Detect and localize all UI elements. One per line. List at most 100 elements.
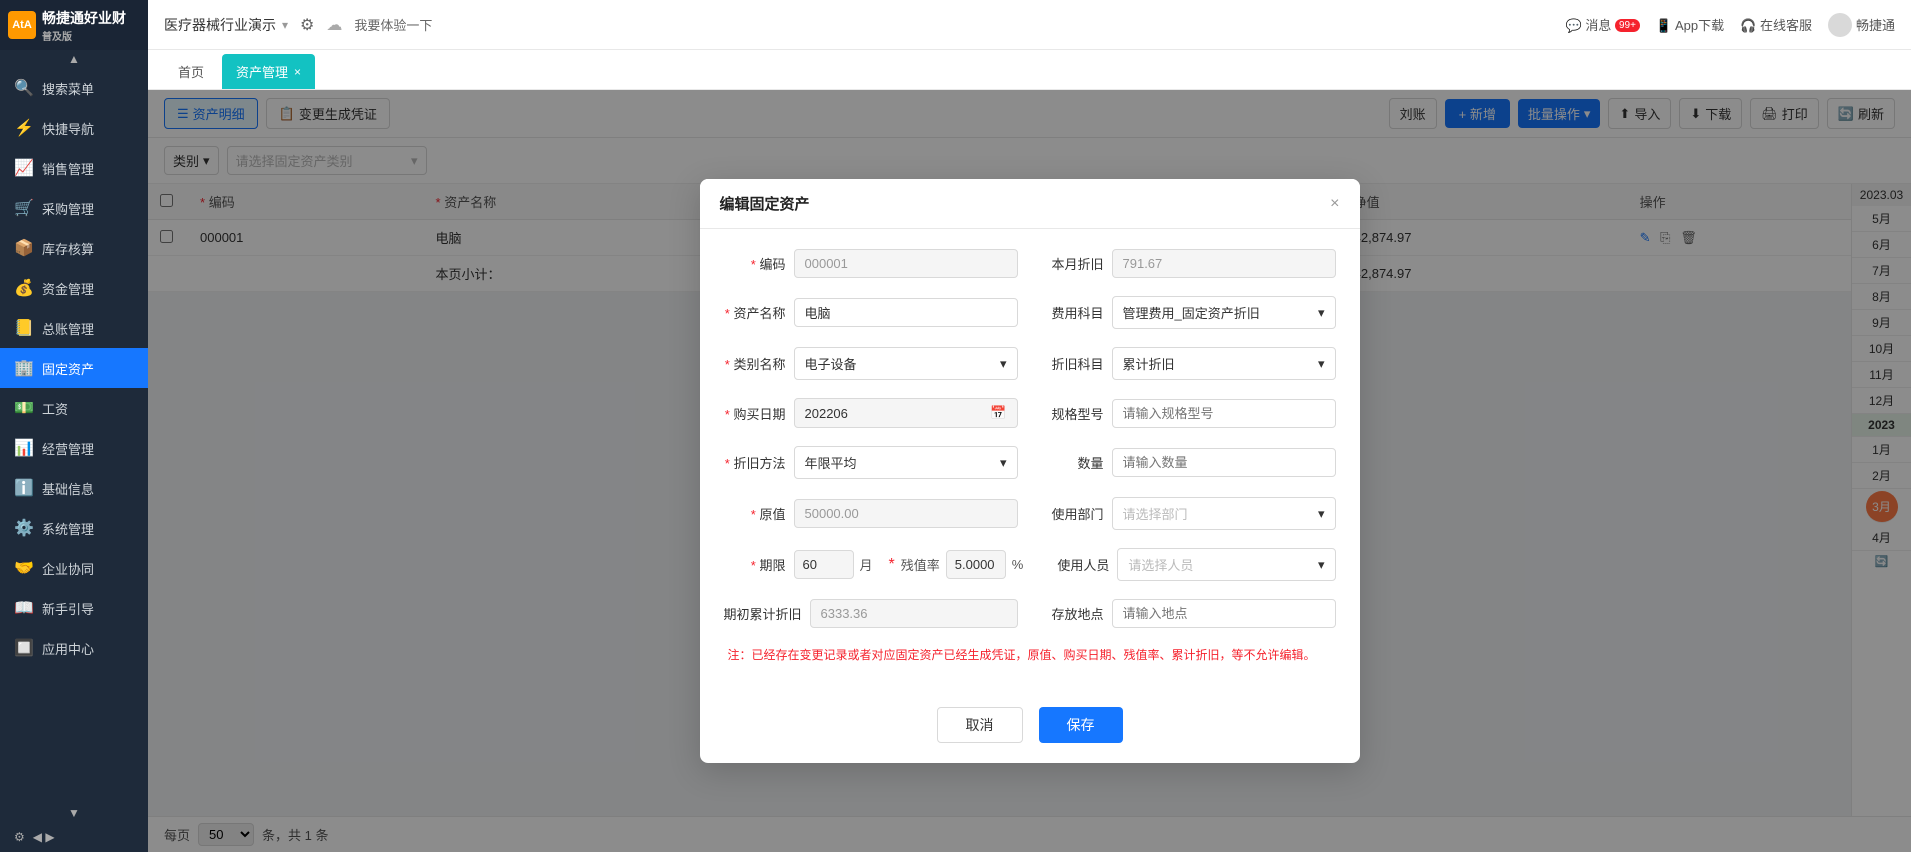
username: 畅捷通	[1856, 15, 1895, 34]
category-label: * 类别名称	[724, 354, 794, 373]
settings-icon[interactable]: ⚙	[14, 830, 25, 844]
sidebar-item-finance[interactable]: 💰 资金管理	[0, 268, 148, 308]
residual-rate-input[interactable]	[946, 550, 1006, 579]
dep-account-label: 折旧科目	[1042, 354, 1112, 373]
sidebar-item-label: 库存核算	[42, 239, 94, 258]
sidebar-item-search[interactable]: 🔍 搜索菜单	[0, 68, 148, 108]
department-select[interactable]: 请选择部门 ▾	[1112, 497, 1336, 530]
tab-home[interactable]: 首页	[164, 54, 218, 89]
sidebar-item-label: 快捷导航	[42, 119, 94, 138]
spec-label: 规格型号	[1042, 404, 1112, 423]
form-col-category: * 类别名称 电子设备 ▾	[724, 347, 1018, 380]
sidebar-bottom: ⚙ ◀ ▶	[0, 822, 148, 852]
ledger-icon: 📒	[14, 318, 34, 338]
tab-asset-mgmt[interactable]: 资产管理 ×	[222, 54, 315, 89]
basicinfo-icon: ℹ️	[14, 478, 34, 498]
form-col-monthly-dep: 本月折旧	[1042, 249, 1336, 278]
logo-icon: AtA	[8, 11, 36, 39]
spec-input[interactable]	[1112, 399, 1336, 428]
sidebar-item-inventory[interactable]: 📦 库存核算	[0, 228, 148, 268]
top-bar: 医疗器械行业演示 ▾ ⚙ ☁ 我要体验一下 💬 消息 99+ 📱 App下载 🎧…	[148, 0, 1911, 50]
code-input[interactable]	[794, 249, 1018, 278]
original-value-label: * 原值	[724, 504, 794, 523]
person-arrow: ▾	[1318, 557, 1325, 573]
asset-name-label: * 资产名称	[724, 303, 794, 322]
settings-gear-icon[interactable]: ⚙	[300, 15, 314, 35]
sidebar-scroll-down[interactable]: ▼	[0, 804, 148, 822]
form-col-department: 使用部门 请选择部门 ▾	[1042, 497, 1336, 530]
sidebar-scroll-up[interactable]: ▲	[0, 50, 148, 68]
sidebar-item-guide[interactable]: 📖 新手引导	[0, 588, 148, 628]
location-label: 存放地点	[1042, 604, 1112, 623]
purchase-date-label: * 购买日期	[724, 404, 794, 423]
message-btn[interactable]: 💬 消息 99+	[1566, 15, 1640, 34]
person-select[interactable]: 请选择人员 ▾	[1117, 548, 1335, 581]
department-arrow: ▾	[1318, 506, 1325, 522]
location-input[interactable]	[1112, 599, 1336, 628]
purchase-date-input[interactable]: 202206 📅	[794, 398, 1018, 428]
form-col-quantity: 数量	[1042, 448, 1336, 477]
app-download-label: App下载	[1675, 18, 1724, 33]
quantity-label: 数量	[1042, 453, 1112, 472]
cancel-button[interactable]: 取消	[937, 707, 1023, 743]
system-icon: ⚙️	[14, 518, 34, 538]
user-avatar[interactable]: 畅捷通	[1828, 13, 1895, 37]
sidebar-item-label: 资金管理	[42, 279, 94, 298]
form-col-original-value: * 原值	[724, 499, 1018, 528]
salary-icon: 💵	[14, 398, 34, 418]
sidebar-item-label: 经营管理	[42, 439, 94, 458]
experience-link[interactable]: 我要体验一下	[354, 15, 432, 34]
person-label: 使用人员	[1047, 555, 1117, 574]
sidebar-item-collab[interactable]: 🤝 企业协同	[0, 548, 148, 588]
industry-name: 医疗器械行业演示	[164, 15, 276, 35]
quantity-input[interactable]	[1112, 448, 1336, 477]
online-support-btn[interactable]: 🎧 在线客服	[1740, 15, 1812, 34]
sidebar-item-label: 采购管理	[42, 199, 94, 218]
sidebar-item-appcenter[interactable]: 🔲 应用中心	[0, 628, 148, 668]
save-button[interactable]: 保存	[1039, 707, 1123, 743]
period-fields: 月 * 残值率 %	[794, 550, 1024, 579]
period-unit: 月	[860, 555, 873, 574]
purchase-date-value: 202206	[805, 406, 848, 421]
industry-dropdown-icon[interactable]: ▾	[282, 18, 288, 32]
sidebar-item-salary[interactable]: 💵 工资	[0, 388, 148, 428]
calendar-icon: 📅	[990, 405, 1006, 421]
form-row-6: * 原值 使用部门 请选择部门 ▾	[724, 497, 1336, 530]
dep-method-select[interactable]: 年限平均 ▾	[794, 446, 1018, 479]
form-col-location: 存放地点	[1042, 599, 1336, 628]
app-download-btn[interactable]: 📱 App下载	[1656, 15, 1724, 34]
residual-rate-label: 残值率	[901, 555, 940, 574]
operations-icon: 📊	[14, 438, 34, 458]
sidebar-item-sales[interactable]: 📈 销售管理	[0, 148, 148, 188]
inventory-icon: 📦	[14, 238, 34, 258]
dep-account-select[interactable]: 累计折旧 ▾	[1112, 347, 1336, 380]
sidebar-item-quicknav[interactable]: ⚡ 快捷导航	[0, 108, 148, 148]
form-col-person: 使用人员 请选择人员 ▾	[1047, 548, 1335, 581]
initial-dep-input	[810, 599, 1018, 628]
modal-close-icon[interactable]: ×	[1330, 195, 1339, 213]
sidebar-item-ledger[interactable]: 📒 总账管理	[0, 308, 148, 348]
category-select[interactable]: 电子设备 ▾	[794, 347, 1018, 380]
tab-asset-mgmt-label: 资产管理	[236, 62, 288, 81]
period-input[interactable]	[794, 550, 854, 579]
sidebar-item-fixed-assets[interactable]: 🏢 固定资产	[0, 348, 148, 388]
purchase-icon: 🛒	[14, 198, 34, 218]
sidebar-item-label: 新手引导	[42, 599, 94, 618]
main-area: 医疗器械行业演示 ▾ ⚙ ☁ 我要体验一下 💬 消息 99+ 📱 App下载 🎧…	[148, 0, 1911, 852]
sidebar-item-purchase[interactable]: 🛒 采购管理	[0, 188, 148, 228]
sidebar-item-basicinfo[interactable]: ℹ️ 基础信息	[0, 468, 148, 508]
collab-icon: 🤝	[14, 558, 34, 578]
form-row-8: 期初累计折旧 存放地点	[724, 599, 1336, 628]
tab-close-icon[interactable]: ×	[294, 65, 301, 79]
sidebar-item-system[interactable]: ⚙️ 系统管理	[0, 508, 148, 548]
asset-name-input[interactable]	[794, 298, 1018, 327]
expense-account-select[interactable]: 管理费用_固定资产折旧 ▾	[1112, 296, 1336, 329]
sidebar: AtA 畅捷通好业财 普及版 ▲ 🔍 搜索菜单 ⚡ 快捷导航 📈 销售管理 🛒 …	[0, 0, 148, 852]
sidebar-item-operations[interactable]: 📊 经营管理	[0, 428, 148, 468]
form-col-period: * 期限 月 * 残值率 %	[724, 550, 1024, 579]
cloud-icon: ☁	[326, 15, 342, 35]
sidebar-item-label: 企业协同	[42, 559, 94, 578]
collapse-icon[interactable]: ◀ ▶	[33, 830, 55, 844]
original-value-input	[794, 499, 1018, 528]
form-col-code: * 编码	[724, 249, 1018, 278]
